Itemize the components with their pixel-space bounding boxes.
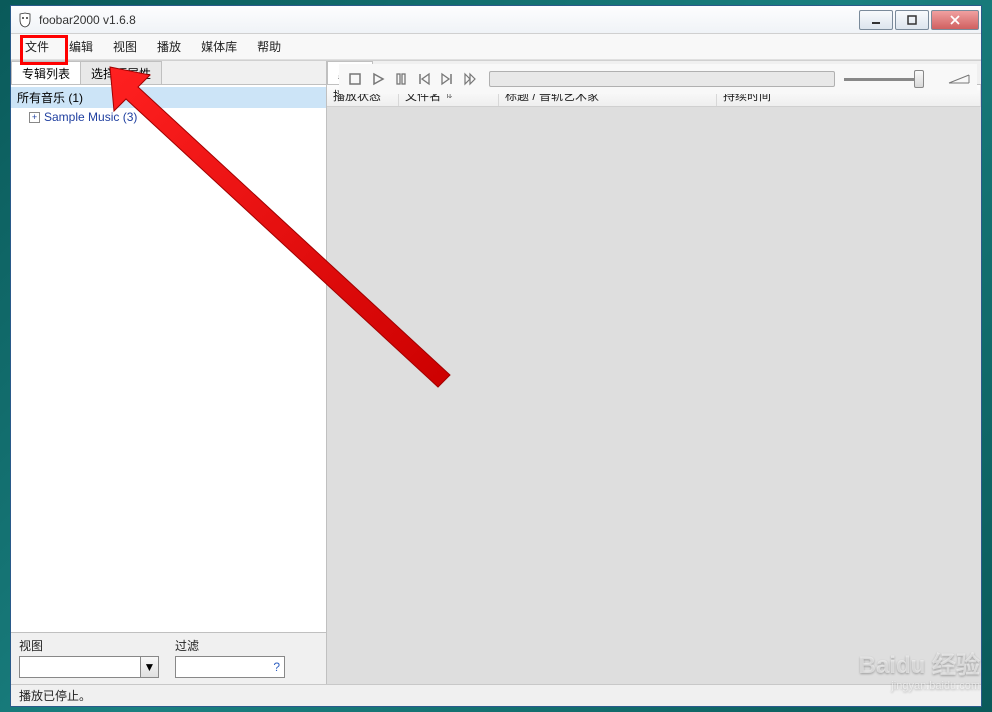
main-area: 专辑列表 选择项属性 所有音乐 (1) + Sample Music (3) 视… — [11, 60, 981, 684]
menu-view[interactable]: 视图 — [103, 35, 147, 58]
menu-file[interactable]: 文件 — [15, 35, 59, 58]
tree-child-label: Sample Music (3) — [44, 110, 137, 124]
expand-icon[interactable]: + — [29, 112, 40, 123]
filter-label: 过滤 — [175, 637, 285, 654]
right-panel: 默认 播放状态 文件名⇅ 标题 / 音轨艺术家 持续时间 — [327, 61, 981, 684]
view-label: 视图 — [19, 637, 159, 654]
filter-section: 视图 ▼ 过滤 ? — [11, 632, 326, 684]
play-button[interactable] — [368, 69, 388, 89]
window-controls — [857, 10, 979, 30]
playback-toolbar — [339, 64, 977, 94]
prev-button[interactable] — [414, 69, 434, 89]
left-panel-tabs: 专辑列表 选择项属性 — [11, 61, 326, 85]
statusbar: 播放已停止。 — [11, 684, 981, 706]
left-panel: 专辑列表 选择项属性 所有音乐 (1) + Sample Music (3) 视… — [11, 61, 327, 684]
window-title: foobar2000 v1.6.8 — [39, 13, 857, 27]
volume-thumb[interactable] — [914, 70, 924, 88]
random-button[interactable] — [460, 69, 480, 89]
tab-selection-props[interactable]: 选择项属性 — [80, 61, 162, 84]
menubar: 文件 编辑 视图 播放 媒体库 帮助 — [11, 34, 981, 60]
tree-root-label: 所有音乐 (1) — [17, 89, 83, 106]
volume-icon — [947, 72, 971, 86]
album-tree[interactable]: 所有音乐 (1) + Sample Music (3) — [11, 85, 326, 632]
chevron-down-icon[interactable]: ▼ — [140, 657, 158, 677]
playlist-body[interactable] — [327, 107, 981, 684]
titlebar[interactable]: foobar2000 v1.6.8 — [11, 6, 981, 34]
app-window: foobar2000 v1.6.8 文件 编辑 视图 播放 媒体库 帮助 — [10, 5, 982, 707]
menu-library[interactable]: 媒体库 — [191, 35, 247, 58]
menu-edit[interactable]: 编辑 — [59, 35, 103, 58]
maximize-button[interactable] — [895, 10, 929, 30]
app-icon — [17, 12, 33, 28]
tab-album-list[interactable]: 专辑列表 — [11, 61, 81, 84]
close-button[interactable] — [931, 10, 979, 30]
view-combo[interactable]: ▼ — [19, 656, 159, 678]
next-button[interactable] — [437, 69, 457, 89]
tree-item-sample-music[interactable]: + Sample Music (3) — [11, 108, 326, 126]
pause-button[interactable] — [391, 69, 411, 89]
filter-input[interactable]: ? — [175, 656, 285, 678]
menu-help[interactable]: 帮助 — [247, 35, 291, 58]
seek-slider[interactable] — [489, 71, 835, 87]
filter-help-button[interactable]: ? — [273, 660, 280, 674]
volume-slider[interactable] — [844, 71, 944, 87]
stop-button[interactable] — [345, 69, 365, 89]
status-text: 播放已停止。 — [19, 687, 91, 704]
tree-root-all-music[interactable]: 所有音乐 (1) — [11, 87, 326, 108]
minimize-button[interactable] — [859, 10, 893, 30]
menu-play[interactable]: 播放 — [147, 35, 191, 58]
